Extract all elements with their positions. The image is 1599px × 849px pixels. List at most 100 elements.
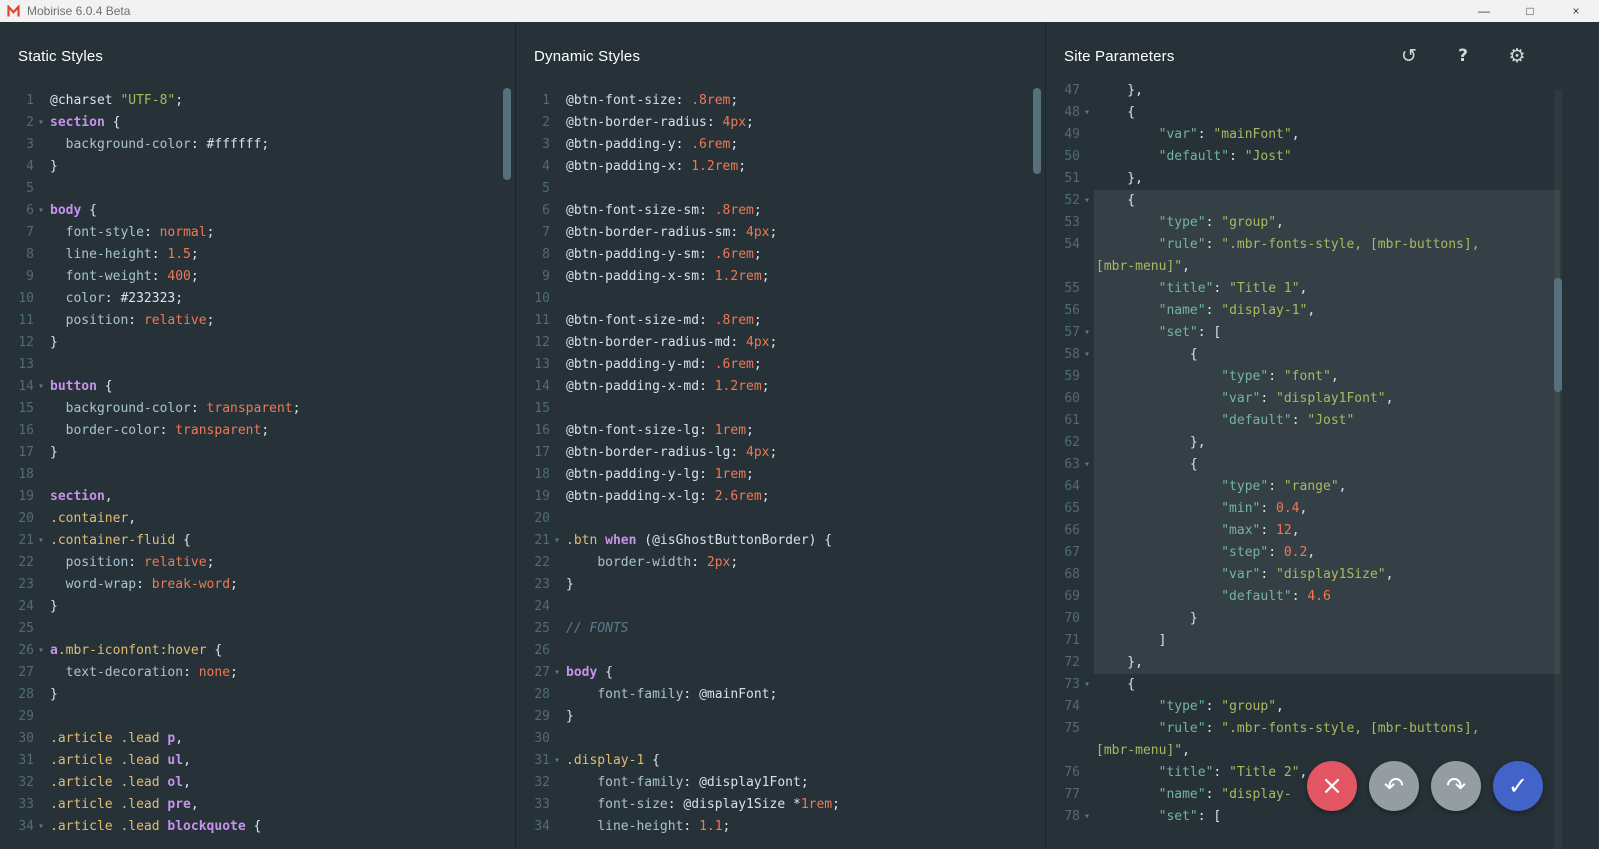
code-line[interactable]: 19@btn-padding-x-lg: 2.6rem; xyxy=(516,486,1045,508)
code-line[interactable]: 17@btn-border-radius-lg: 4px; xyxy=(516,442,1045,464)
code-line[interactable]: 28} xyxy=(0,684,515,706)
dynamic-styles-editor[interactable]: 1@btn-font-size: .8rem;2@btn-border-radi… xyxy=(516,90,1045,849)
maximize-icon[interactable]: □ xyxy=(1507,0,1553,22)
code-line[interactable]: 3 background-color: #ffffff; xyxy=(0,134,515,156)
code-line[interactable]: 63▾ { xyxy=(1046,454,1560,476)
code-line[interactable]: 70 } xyxy=(1046,608,1560,630)
minimize-icon[interactable]: — xyxy=(1461,0,1507,22)
settings-gear-icon[interactable]: ⚙ xyxy=(1505,45,1529,67)
undo-button[interactable]: ↶ xyxy=(1369,761,1419,811)
discard-button[interactable]: × xyxy=(1307,761,1357,811)
code-line[interactable]: 3@btn-padding-y: .6rem; xyxy=(516,134,1045,156)
code-line[interactable]: 16@btn-font-size-lg: 1rem; xyxy=(516,420,1045,442)
code-line[interactable]: 14▾button { xyxy=(0,376,515,398)
code-line[interactable]: 4} xyxy=(0,156,515,178)
code-line[interactable]: 73▾ { xyxy=(1046,674,1560,696)
code-line[interactable]: 62 }, xyxy=(1046,432,1560,454)
code-line[interactable]: 27 text-decoration: none; xyxy=(0,662,515,684)
fold-arrow-icon[interactable]: ▾ xyxy=(1080,102,1094,124)
code-line[interactable]: 53 "type": "group", xyxy=(1046,212,1560,234)
confirm-button[interactable]: ✓ xyxy=(1493,761,1543,811)
code-line[interactable]: 52▾ { xyxy=(1046,190,1560,212)
code-line[interactable]: 64 "type": "range", xyxy=(1046,476,1560,498)
code-line[interactable]: 51 }, xyxy=(1046,168,1560,190)
code-line[interactable]: 24 xyxy=(516,596,1045,618)
code-line[interactable]: 12} xyxy=(0,332,515,354)
code-line[interactable]: 34▾.article .lead blockquote { xyxy=(0,816,515,838)
help-icon[interactable]: ? xyxy=(1451,46,1475,66)
code-line[interactable]: 6▾body { xyxy=(0,200,515,222)
code-line[interactable]: 9 font-weight: 400; xyxy=(0,266,515,288)
code-line[interactable]: 49 "var": "mainFont", xyxy=(1046,124,1560,146)
history-icon[interactable]: ↺ xyxy=(1397,45,1421,67)
code-line[interactable]: 18 xyxy=(0,464,515,486)
code-line[interactable]: 26▾a.mbr-iconfont:hover { xyxy=(0,640,515,662)
fold-arrow-icon[interactable]: ▾ xyxy=(1080,344,1094,366)
fold-arrow-icon[interactable]: ▾ xyxy=(34,376,48,398)
code-line[interactable]: 74 "type": "group", xyxy=(1046,696,1560,718)
code-line[interactable]: 55 "title": "Title 1", xyxy=(1046,278,1560,300)
code-line[interactable]: 24} xyxy=(0,596,515,618)
code-line[interactable]: 4@btn-padding-x: 1.2rem; xyxy=(516,156,1045,178)
fold-arrow-icon[interactable]: ▾ xyxy=(1080,190,1094,212)
code-line[interactable]: 12@btn-border-radius-md: 4px; xyxy=(516,332,1045,354)
code-line[interactable]: [mbr-menu]", xyxy=(1046,256,1560,278)
code-line[interactable]: 14@btn-padding-x-md: 1.2rem; xyxy=(516,376,1045,398)
fold-arrow-icon[interactable]: ▾ xyxy=(1080,322,1094,344)
code-line[interactable]: 21▾.container-fluid { xyxy=(0,530,515,552)
fold-arrow-icon[interactable]: ▾ xyxy=(1080,454,1094,476)
code-line[interactable]: 27▾body { xyxy=(516,662,1045,684)
code-line[interactable]: 23} xyxy=(516,574,1045,596)
code-line[interactable]: 7 font-style: normal; xyxy=(0,222,515,244)
code-line[interactable]: 47 }, xyxy=(1046,80,1560,102)
code-line[interactable]: 25 xyxy=(0,618,515,640)
fold-arrow-icon[interactable]: ▾ xyxy=(550,530,564,552)
code-line[interactable]: 13@btn-padding-y-md: .6rem; xyxy=(516,354,1045,376)
code-line[interactable]: 2▾section { xyxy=(0,112,515,134)
code-line[interactable]: 5 xyxy=(516,178,1045,200)
code-line[interactable]: 17} xyxy=(0,442,515,464)
code-line[interactable]: 48▾ { xyxy=(1046,102,1560,124)
code-line[interactable]: 9@btn-padding-x-sm: 1.2rem; xyxy=(516,266,1045,288)
code-line[interactable]: 2@btn-border-radius: 4px; xyxy=(516,112,1045,134)
code-line[interactable]: 56 "name": "display-1", xyxy=(1046,300,1560,322)
code-line[interactable]: 22 border-width: 2px; xyxy=(516,552,1045,574)
site-parameters-editor[interactable]: 47 },48▾ {49 "var": "mainFont",50 "defau… xyxy=(1046,80,1560,839)
code-line[interactable]: 33.article .lead pre, xyxy=(0,794,515,816)
code-line[interactable]: 32 font-family: @display1Font; xyxy=(516,772,1045,794)
fold-arrow-icon[interactable]: ▾ xyxy=(550,750,564,772)
site-parameters-scrollbar-track[interactable] xyxy=(1554,90,1562,849)
code-line[interactable]: 26 xyxy=(516,640,1045,662)
code-line[interactable]: 61 "default": "Jost" xyxy=(1046,410,1560,432)
code-line[interactable]: 11 position: relative; xyxy=(0,310,515,332)
code-line[interactable]: 8 line-height: 1.5; xyxy=(0,244,515,266)
fold-arrow-icon[interactable]: ▾ xyxy=(34,112,48,134)
code-line[interactable]: 69 "default": 4.6 xyxy=(1046,586,1560,608)
fold-arrow-icon[interactable]: ▾ xyxy=(34,640,48,662)
code-line[interactable]: 20.container, xyxy=(0,508,515,530)
code-line[interactable]: 57▾ "set": [ xyxy=(1046,322,1560,344)
code-line[interactable]: 21▾.btn when (@isGhostButtonBorder) { xyxy=(516,530,1045,552)
redo-button[interactable]: ↷ xyxy=(1431,761,1481,811)
fold-arrow-icon[interactable]: ▾ xyxy=(1080,806,1094,828)
code-line[interactable]: 54 "rule": ".mbr-fonts-style, [mbr-butto… xyxy=(1046,234,1560,256)
code-line[interactable]: 67 "step": 0.2, xyxy=(1046,542,1560,564)
code-line[interactable]: 28 font-family: @mainFont; xyxy=(516,684,1045,706)
code-line[interactable]: 66 "max": 12, xyxy=(1046,520,1560,542)
code-line[interactable]: 20 xyxy=(516,508,1045,530)
code-line[interactable]: 7@btn-border-radius-sm: 4px; xyxy=(516,222,1045,244)
code-line[interactable]: 1@btn-font-size: .8rem; xyxy=(516,90,1045,112)
code-line[interactable]: 31.article .lead ul, xyxy=(0,750,515,772)
fold-arrow-icon[interactable]: ▾ xyxy=(550,662,564,684)
code-line[interactable]: 65 "min": 0.4, xyxy=(1046,498,1560,520)
code-line[interactable]: 22 position: relative; xyxy=(0,552,515,574)
fold-arrow-icon[interactable]: ▾ xyxy=(1080,674,1094,696)
code-line[interactable]: 15 background-color: transparent; xyxy=(0,398,515,420)
code-line[interactable]: 10 color: #232323; xyxy=(0,288,515,310)
code-line[interactable]: 29} xyxy=(516,706,1045,728)
code-line[interactable]: 71 ] xyxy=(1046,630,1560,652)
dynamic-styles-scrollbar[interactable] xyxy=(1033,88,1041,174)
code-line[interactable]: 72 }, xyxy=(1046,652,1560,674)
code-line[interactable]: 18@btn-padding-y-lg: 1rem; xyxy=(516,464,1045,486)
code-line[interactable]: 16 border-color: transparent; xyxy=(0,420,515,442)
